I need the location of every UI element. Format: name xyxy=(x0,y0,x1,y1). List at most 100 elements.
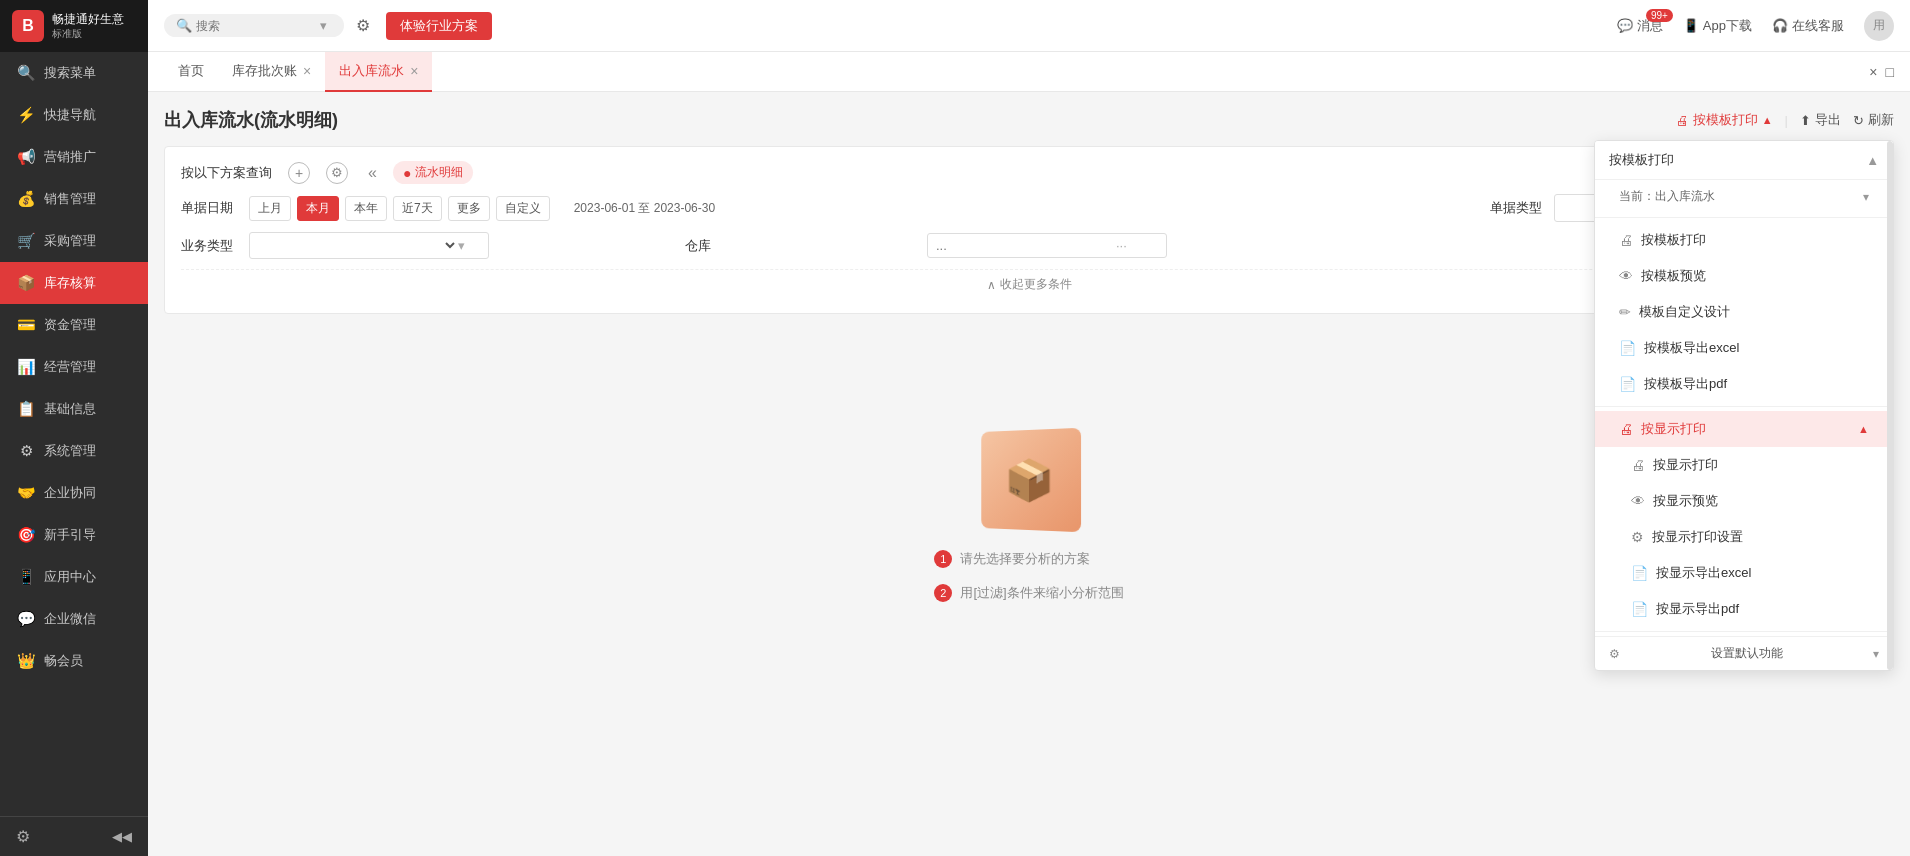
divider1: | xyxy=(1785,113,1788,128)
filter-tag-shuimingxi[interactable]: ● 流水明细 xyxy=(393,161,473,184)
dropdown-item-template-preview[interactable]: 👁 按模板预览 xyxy=(1595,258,1893,294)
dropdown-scrollbar[interactable] xyxy=(1887,141,1893,670)
topbar-gear-icon[interactable]: ⚙ xyxy=(356,16,370,35)
sidebar-item-shortcut[interactable]: ⚡ 快捷导航 xyxy=(0,94,148,136)
template-excel-icon: 📄 xyxy=(1619,340,1636,356)
footer-arrow[interactable]: ▾ xyxy=(1873,647,1879,661)
sidebar-item-basic[interactable]: 📋 基础信息 xyxy=(0,388,148,430)
voucher-type-label: 单据类型 xyxy=(1490,199,1542,217)
sidebar-item-member[interactable]: 👑 畅会员 xyxy=(0,640,148,682)
sidebar-settings-icon[interactable]: ⚙ xyxy=(16,827,30,846)
step1-num: 1 xyxy=(934,550,952,568)
topbar-search-input[interactable] xyxy=(196,19,316,33)
page-title: 出入库流水(流水明细) xyxy=(164,108,338,132)
display-excel-icon: 📄 xyxy=(1631,565,1648,581)
dropdown-item-template-custom[interactable]: ✏ 模板自定义设计 xyxy=(1595,294,1893,330)
template-print-button[interactable]: 🖨 按模板打印 ▲ xyxy=(1676,111,1773,129)
online-service-button[interactable]: 🎧 在线客服 xyxy=(1772,17,1844,35)
page-actions: 🖨 按模板打印 ▲ | ⬆ 导出 ↻ 刷新 xyxy=(1676,111,1894,129)
sidebar-item-search[interactable]: 🔍 搜索菜单 xyxy=(0,52,148,94)
date-label: 单据日期 xyxy=(181,199,233,217)
topbar-search-dropdown[interactable]: ▾ xyxy=(320,18,327,33)
sidebar-item-wechat[interactable]: 💬 企业微信 xyxy=(0,598,148,640)
user-avatar[interactable]: 用 xyxy=(1864,11,1894,41)
business-type-dropdown[interactable] xyxy=(258,237,458,254)
display-excel-label: 按显示导出excel xyxy=(1656,564,1751,582)
tab-home[interactable]: 首页 xyxy=(164,52,218,92)
display-print-icon: 🖨 xyxy=(1631,457,1645,473)
chevron-up-icon: ∧ xyxy=(987,278,996,292)
marketing-icon: 📢 xyxy=(16,147,36,167)
tab-batch-account[interactable]: 库存批次账 × xyxy=(218,52,325,92)
main-content: 🔍 ▾ ⚙ 体验行业方案 💬 消息 99+ 📱 App下载 🎧 在线客服 用 xyxy=(148,0,1910,856)
dropdown-item-template-excel[interactable]: 📄 按模板导出excel xyxy=(1595,330,1893,366)
template-pdf-label: 按模板导出pdf xyxy=(1644,375,1727,393)
sidebar-item-cooperation[interactable]: 🤝 企业协同 xyxy=(0,472,148,514)
purchase-icon: 🛒 xyxy=(16,231,36,251)
refresh-button[interactable]: ↻ 刷新 xyxy=(1853,111,1894,129)
display-print-section-label: 按显示打印 xyxy=(1641,420,1706,438)
dropdown-item-display-settings[interactable]: ⚙ 按显示打印设置 xyxy=(1595,519,1893,555)
tab-flow[interactable]: 出入库流水 × xyxy=(325,52,432,92)
current-arrow[interactable]: ▾ xyxy=(1863,190,1869,204)
page-header: 出入库流水(流水明细) 🖨 按模板打印 ▲ | ⬆ 导出 ↻ 刷新 xyxy=(164,108,1894,132)
topbar-right: 💬 消息 99+ 📱 App下载 🎧 在线客服 用 xyxy=(1617,11,1894,41)
search-menu-icon: 🔍 xyxy=(16,63,36,83)
topbar-search-wrap: 🔍 ▾ xyxy=(164,14,344,37)
date-btn-this-year[interactable]: 本年 xyxy=(345,196,387,221)
app-download-button[interactable]: 📱 App下载 xyxy=(1683,17,1752,35)
filter-collapse-arrow[interactable]: « xyxy=(368,164,377,182)
date-btn-custom[interactable]: 自定义 xyxy=(496,196,550,221)
dropdown-section-display-print[interactable]: 🖨 按显示打印 ▲ xyxy=(1595,411,1893,447)
warehouse-input[interactable] xyxy=(936,238,1116,253)
app-download-icon: 📱 xyxy=(1683,18,1699,33)
sidebar-item-marketing[interactable]: 📢 营销推广 xyxy=(0,136,148,178)
dropdown-collapse-arrow[interactable]: ▲ xyxy=(1866,153,1879,168)
display-pdf-icon: 📄 xyxy=(1631,601,1648,617)
date-btn-last-month[interactable]: 上月 xyxy=(249,196,291,221)
inventory-icon: 📦 xyxy=(16,273,36,293)
warehouse-more-btn[interactable]: ··· xyxy=(1116,238,1127,253)
display-print-label: 按显示打印 xyxy=(1653,456,1718,474)
dropdown-item-display-excel[interactable]: 📄 按显示导出excel xyxy=(1595,555,1893,591)
sidebar-bottom: ⚙ ◀◀ xyxy=(0,816,148,856)
logo-text: 畅捷通好生意 标准版 xyxy=(52,11,124,42)
tab-collapse-button[interactable]: □ xyxy=(1886,64,1894,80)
display-settings-icon: ⚙ xyxy=(1631,529,1644,545)
template-print-item-label: 按模板打印 xyxy=(1641,231,1706,249)
tab-flow-close[interactable]: × xyxy=(410,63,418,79)
sidebar-collapse-icon[interactable]: ◀◀ xyxy=(112,829,132,844)
dropdown-item-display-print[interactable]: 🖨 按显示打印 xyxy=(1595,447,1893,483)
dropdown-item-template-print[interactable]: 🖨 按模板打印 xyxy=(1595,222,1893,258)
dropdown-header: 按模板打印 ▲ xyxy=(1595,141,1893,180)
sidebar-item-operation[interactable]: 📊 经营管理 xyxy=(0,346,148,388)
cooperation-icon: 🤝 xyxy=(16,483,36,503)
tab-bar: 首页 库存批次账 × 出入库流水 × × □ xyxy=(148,52,1910,92)
business-type-select[interactable]: ▾ xyxy=(249,232,489,259)
sidebar-item-inventory[interactable]: 📦 库存核算 xyxy=(0,262,148,304)
system-icon: ⚙ xyxy=(16,441,36,461)
sidebar-item-app[interactable]: 📱 应用中心 xyxy=(0,556,148,598)
tab-close-all-button[interactable]: × xyxy=(1869,64,1877,80)
export-button[interactable]: ⬆ 导出 xyxy=(1800,111,1841,129)
business-select-arrow: ▾ xyxy=(458,238,465,253)
dropdown-item-template-pdf[interactable]: 📄 按模板导出pdf xyxy=(1595,366,1893,402)
sidebar-item-guide[interactable]: 🎯 新手引导 xyxy=(0,514,148,556)
dropdown-item-display-preview[interactable]: 👁 按显示预览 xyxy=(1595,483,1893,519)
filter-add-button[interactable]: + xyxy=(288,162,310,184)
shortcut-icon: ⚡ xyxy=(16,105,36,125)
date-btn-this-month[interactable]: 本月 xyxy=(297,196,339,221)
tab-batch-close[interactable]: × xyxy=(303,63,311,79)
dropdown-item-display-pdf[interactable]: 📄 按显示导出pdf xyxy=(1595,591,1893,627)
date-btn-more[interactable]: 更多 xyxy=(448,196,490,221)
trial-button[interactable]: 体验行业方案 xyxy=(386,12,492,40)
sidebar-item-purchase[interactable]: 🛒 采购管理 xyxy=(0,220,148,262)
date-btn-7days[interactable]: 近7天 xyxy=(393,196,442,221)
sidebar-item-finance[interactable]: 💳 资金管理 xyxy=(0,304,148,346)
sidebar-item-system[interactable]: ⚙ 系统管理 xyxy=(0,430,148,472)
filter-setting-button[interactable]: ⚙ xyxy=(326,162,348,184)
message-button[interactable]: 💬 消息 99+ xyxy=(1617,17,1663,35)
basic-icon: 📋 xyxy=(16,399,36,419)
template-excel-label: 按模板导出excel xyxy=(1644,339,1739,357)
sidebar-item-sales[interactable]: 💰 销售管理 xyxy=(0,178,148,220)
